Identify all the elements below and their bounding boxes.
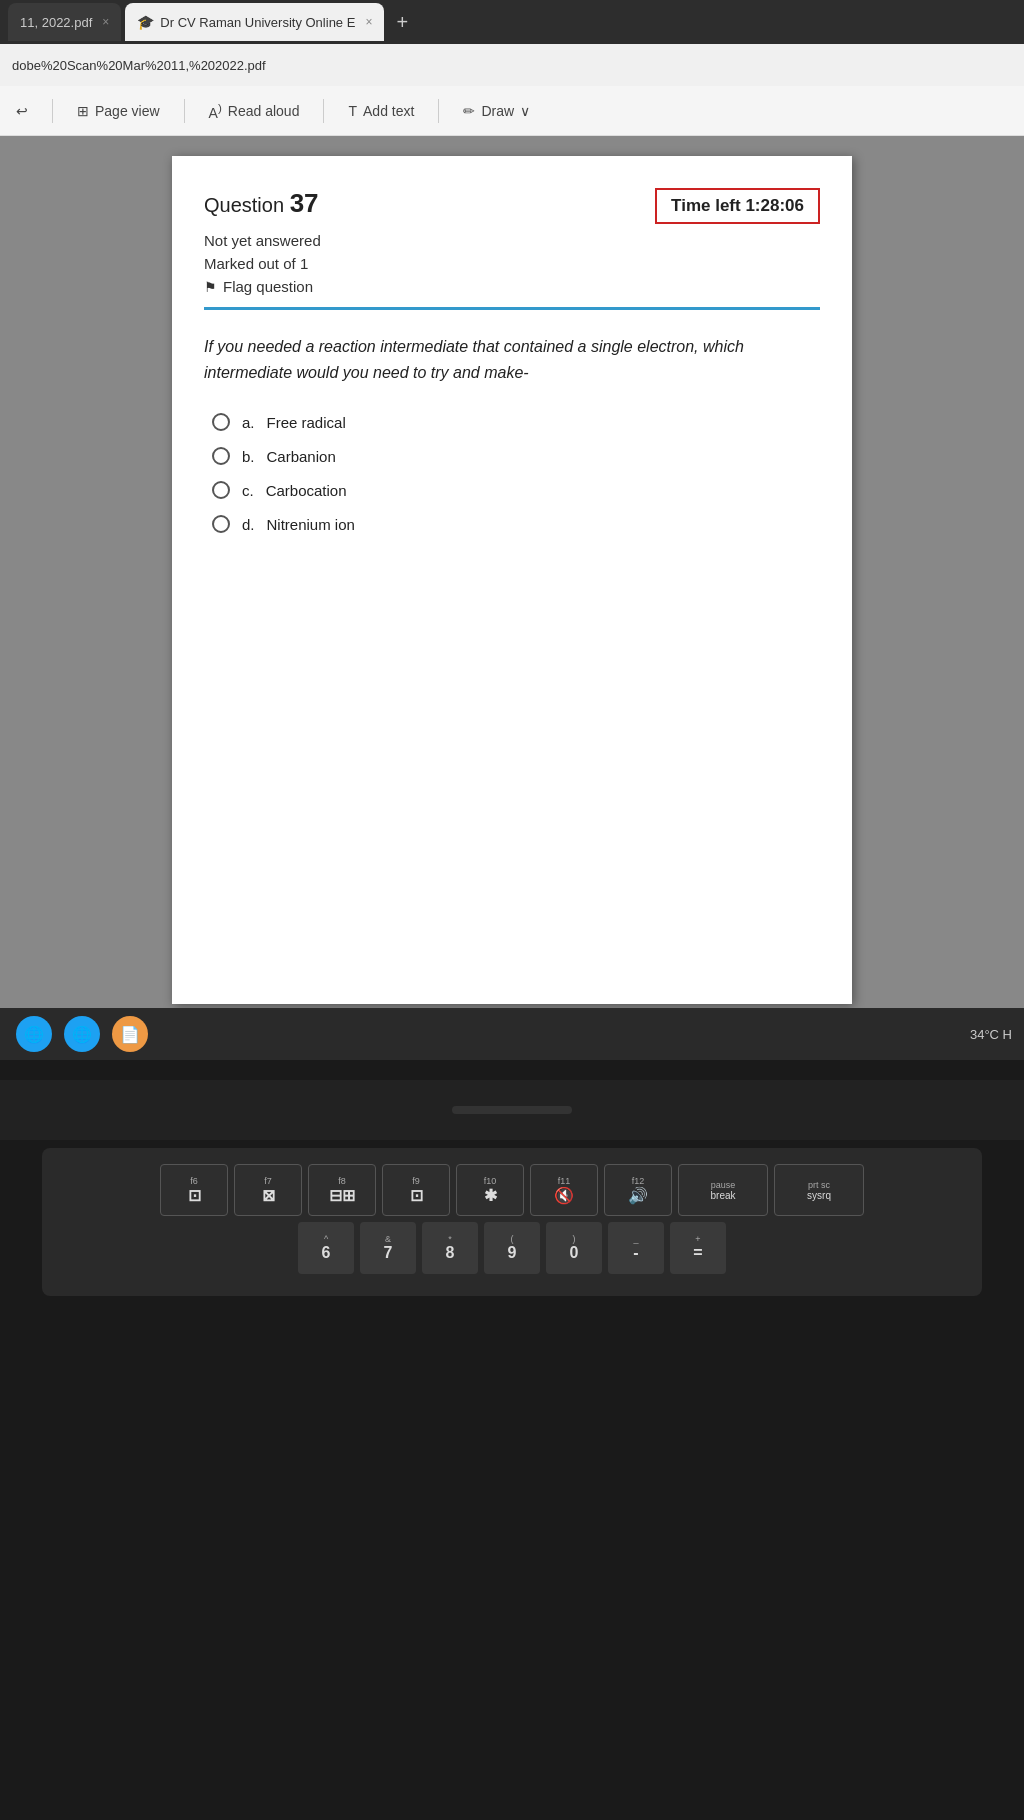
tab-add-button[interactable]: + — [388, 11, 416, 34]
tab-university-close[interactable]: × — [365, 15, 372, 29]
tab-pdf[interactable]: 11, 2022.pdf × — [8, 3, 121, 41]
draw-chevron-icon: ∨ — [520, 103, 530, 119]
time-left-box: Time left 1:28:06 — [655, 188, 820, 224]
tab-pdf-label: 11, 2022.pdf — [20, 15, 92, 30]
draw-icon: ✏ — [463, 103, 475, 119]
app-icon-3: 📄 — [120, 1025, 140, 1044]
tab-pdf-close[interactable]: × — [102, 15, 109, 29]
keyboard-num-row: ^ 6 & 7 * 8 ( 9 ) 0 _ - — [58, 1222, 966, 1274]
option-d[interactable]: d. Nitrenium ion — [212, 515, 820, 533]
university-icon: 🎓 — [137, 14, 154, 30]
pdf-toolbar: ↩ ⊞ Page view A) Read aloud T Add text ✏… — [0, 86, 1024, 136]
key-6[interactable]: ^ 6 — [298, 1222, 354, 1274]
tab-university[interactable]: 🎓 Dr CV Raman University Online E × — [125, 3, 384, 41]
read-aloud-icon: A) — [209, 101, 222, 121]
option-a-text: Free radical — [267, 414, 346, 431]
key-pause[interactable]: pause break — [678, 1164, 768, 1216]
page-view-icon: ⊞ — [77, 103, 89, 119]
keyboard-bezel: f6 ⊡ f7 ⊠ f8 ⊟⊞ f9 ⊡ f10 ✱ f11 🔇 — [42, 1148, 982, 1296]
address-url: dobe%20Scan%20Mar%2011,%202022.pdf — [12, 58, 266, 73]
option-b-text: Carbanion — [267, 448, 336, 465]
option-b-key: b. — [242, 448, 255, 465]
add-text-icon: T — [348, 103, 357, 119]
separator-2 — [184, 99, 185, 123]
key-equals[interactable]: + = — [670, 1222, 726, 1274]
question-status: Not yet answered — [204, 232, 820, 249]
question-number: Question 37 — [204, 188, 319, 219]
page-view-label: Page view — [95, 103, 160, 119]
taskbar-icon-3[interactable]: 📄 — [112, 1016, 148, 1052]
temperature-label: 34°C H — [970, 1027, 1012, 1042]
taskbar: 🌐 🌐 📄 34°C H — [0, 1008, 1024, 1060]
option-c-text: Carbocation — [266, 482, 347, 499]
option-c-radio[interactable] — [212, 481, 230, 499]
tab-university-label: Dr CV Raman University Online E — [160, 15, 355, 30]
tab-bar: 11, 2022.pdf × 🎓 Dr CV Raman University … — [0, 0, 1024, 44]
key-f9[interactable]: f9 ⊡ — [382, 1164, 450, 1216]
keyboard-area: f6 ⊡ f7 ⊠ f8 ⊟⊞ f9 ⊡ f10 ✱ f11 🔇 — [0, 1060, 1024, 1820]
question-marks: Marked out of 1 — [204, 255, 820, 272]
hinge-bar — [452, 1106, 572, 1114]
key-f11[interactable]: f11 🔇 — [530, 1164, 598, 1216]
question-prefix: Question — [204, 194, 284, 216]
question-divider — [204, 307, 820, 310]
key-f6[interactable]: f6 ⊡ — [160, 1164, 228, 1216]
key-7[interactable]: & 7 — [360, 1222, 416, 1274]
question-header: Question 37 Time left 1:28:06 — [204, 188, 820, 224]
flag-question-button[interactable]: ⚑ Flag question — [204, 278, 820, 295]
option-d-radio[interactable] — [212, 515, 230, 533]
laptop-hinge — [0, 1080, 1024, 1140]
option-a[interactable]: a. Free radical — [212, 413, 820, 431]
option-a-key: a. — [242, 414, 255, 431]
browser-icon-1: 🌐 — [24, 1025, 44, 1044]
read-aloud-button[interactable]: A) Read aloud — [209, 101, 300, 121]
flag-question-label: Flag question — [223, 278, 313, 295]
separator-4 — [438, 99, 439, 123]
question-number-value: 37 — [290, 188, 319, 218]
option-c[interactable]: c. Carbocation — [212, 481, 820, 499]
address-bar[interactable]: dobe%20Scan%20Mar%2011,%202022.pdf — [0, 44, 1024, 86]
key-f10[interactable]: f10 ✱ — [456, 1164, 524, 1216]
option-b-radio[interactable] — [212, 447, 230, 465]
option-a-radio[interactable] — [212, 413, 230, 431]
key-9[interactable]: ( 9 — [484, 1222, 540, 1274]
separator-3 — [323, 99, 324, 123]
option-d-key: d. — [242, 516, 255, 533]
separator-1 — [52, 99, 53, 123]
pdf-page: Question 37 Time left 1:28:06 Not yet an… — [172, 156, 852, 1004]
key-0[interactable]: ) 0 — [546, 1222, 602, 1274]
back-button[interactable]: ↩ — [16, 103, 28, 119]
read-aloud-label: Read aloud — [228, 103, 300, 119]
browser-icon-2: 🌐 — [72, 1025, 92, 1044]
question-text: If you needed a reaction intermediate th… — [204, 334, 820, 385]
draw-label: Draw — [481, 103, 514, 119]
key-minus[interactable]: _ - — [608, 1222, 664, 1274]
option-c-key: c. — [242, 482, 254, 499]
option-d-text: Nitrenium ion — [267, 516, 355, 533]
page-view-button[interactable]: ⊞ Page view — [77, 103, 160, 119]
time-left-label: Time left 1:28:06 — [671, 196, 804, 215]
taskbar-icon-2[interactable]: 🌐 — [64, 1016, 100, 1052]
flag-icon: ⚑ — [204, 279, 217, 295]
option-b[interactable]: b. Carbanion — [212, 447, 820, 465]
key-prtsc[interactable]: prt sc sysrq — [774, 1164, 864, 1216]
key-8[interactable]: * 8 — [422, 1222, 478, 1274]
draw-button[interactable]: ✏ Draw ∨ — [463, 103, 530, 119]
pdf-content-area: Question 37 Time left 1:28:06 Not yet an… — [0, 136, 1024, 1024]
add-text-label: Add text — [363, 103, 414, 119]
key-f12[interactable]: f12 🔊 — [604, 1164, 672, 1216]
options-list: a. Free radical b. Carbanion c. Carbocat… — [212, 413, 820, 533]
add-text-button[interactable]: T Add text — [348, 103, 414, 119]
back-icon: ↩ — [16, 103, 28, 119]
key-f8[interactable]: f8 ⊟⊞ — [308, 1164, 376, 1216]
key-f7[interactable]: f7 ⊠ — [234, 1164, 302, 1216]
taskbar-icon-1[interactable]: 🌐 — [16, 1016, 52, 1052]
keyboard-fn-row: f6 ⊡ f7 ⊠ f8 ⊟⊞ f9 ⊡ f10 ✱ f11 🔇 — [58, 1164, 966, 1216]
